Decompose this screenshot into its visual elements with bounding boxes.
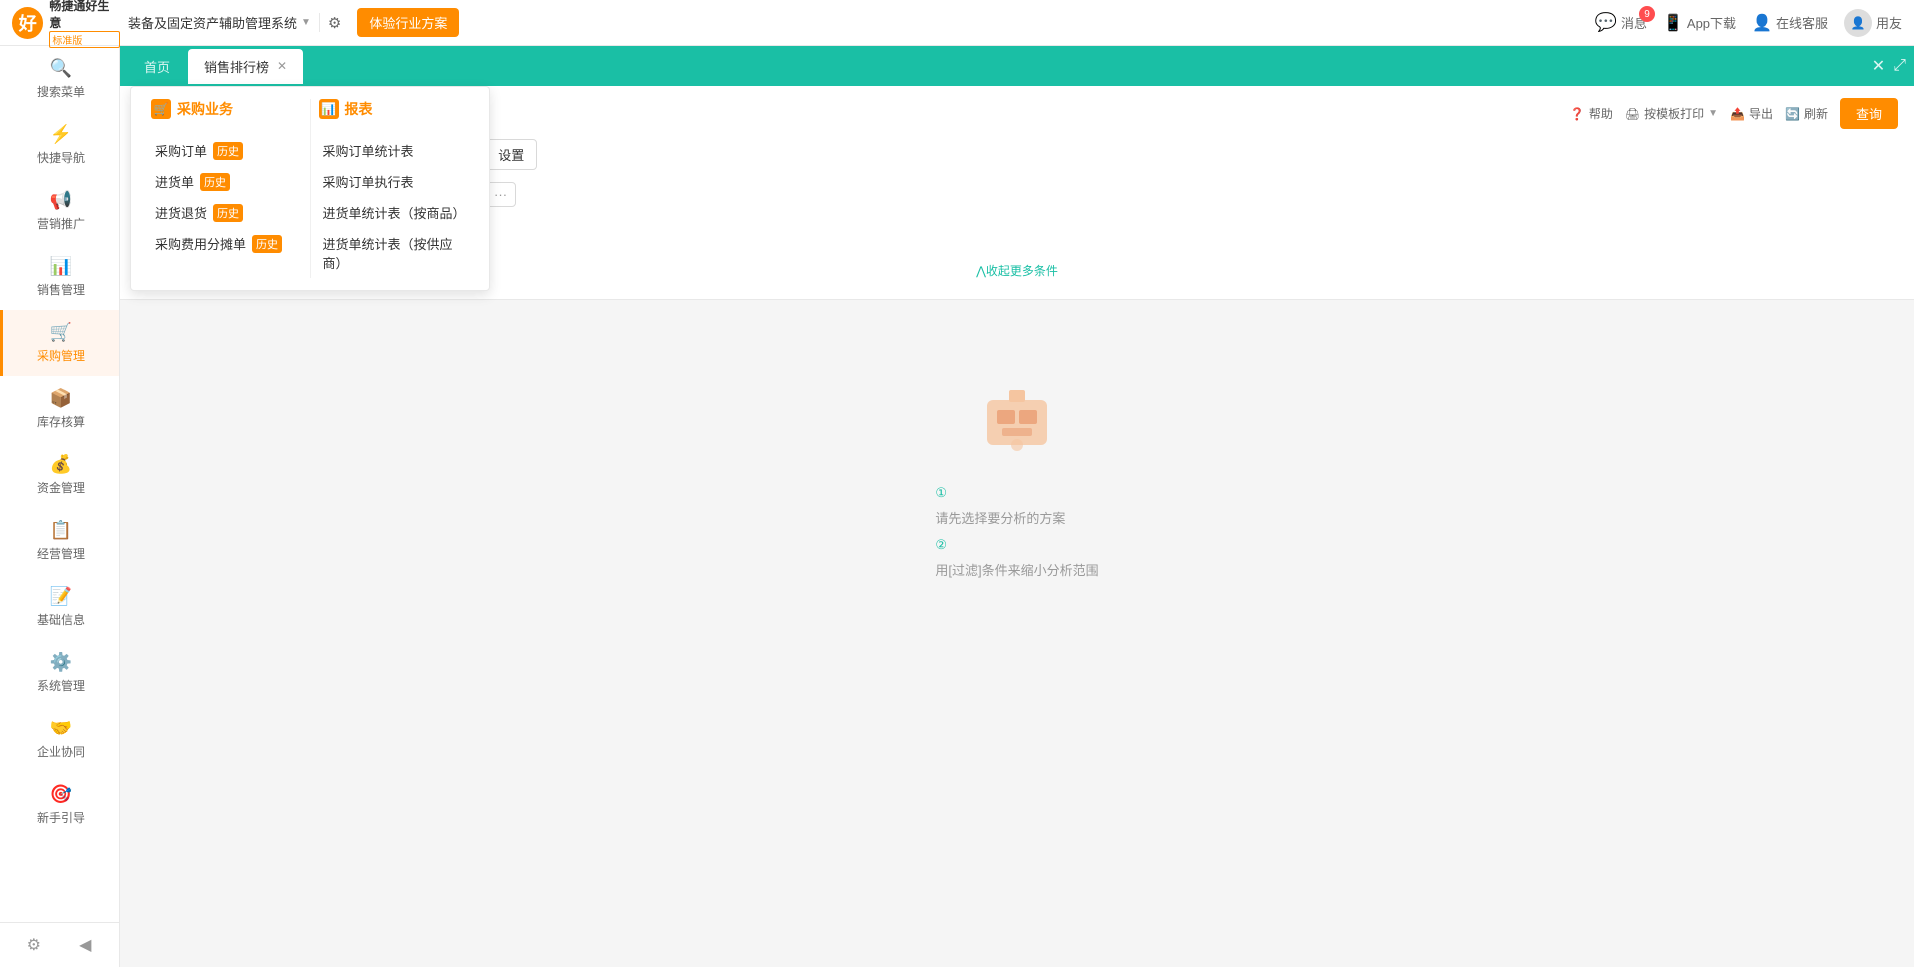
refresh-icon: 🔄	[1785, 107, 1800, 121]
tab-bar-actions: ✕ ⤢	[1872, 56, 1906, 76]
sales-icon: 📊	[50, 256, 72, 277]
purchase-icon: 🛒	[50, 322, 72, 343]
sidebar-collapse-btn[interactable]: ◀	[64, 935, 108, 955]
dropdown-purchase-order-stats[interactable]: 采购订单统计表	[319, 135, 470, 166]
dropdown-stock-stats-supplier[interactable]: 进货单统计表（按供应商）	[319, 228, 470, 278]
print-icon: 🖨	[1625, 107, 1640, 121]
marketing-icon: 📢	[50, 190, 72, 211]
topbar-right: 💬 9 消息 📱 App下载 👤 在线客服 👤 用友	[1595, 9, 1902, 37]
salesperson-dots: ···	[494, 187, 507, 202]
logo-text: 畅捷通好生意 标准版	[49, 0, 120, 48]
avatar-img: 👤	[1844, 9, 1872, 37]
sidebar-item-system[interactable]: ⚙️ 系统管理	[0, 640, 119, 706]
solution-button[interactable]: 体验行业方案	[357, 8, 459, 37]
export-btn[interactable]: 📤 导出	[1730, 105, 1773, 122]
dropdown-cols: 🛒 采购业务 采购订单 历史 进货单 历史 进货退货 历史 采购费用分摊单 历史	[143, 99, 477, 278]
report-col-title: 📊 报表	[319, 99, 470, 125]
sidebar-item-search[interactable]: 🔍 搜索菜单	[0, 46, 119, 112]
tab-maximize-btn[interactable]: ⤢	[1893, 57, 1906, 75]
sidebar-item-newbie[interactable]: 🎯 新手引导	[0, 772, 119, 838]
basic-info-icon: 📝	[50, 586, 72, 607]
purchase-col-icon: 🛒	[151, 99, 171, 119]
purchase-col-title: 🛒 采购业务	[151, 99, 302, 125]
help-btn[interactable]: ❓ 帮助	[1570, 105, 1613, 122]
query-btn[interactable]: 查询	[1840, 98, 1898, 129]
tab-home[interactable]: 首页	[128, 49, 186, 84]
online-service-btn[interactable]: 👤 在线客服	[1752, 13, 1828, 33]
sidebar: 🔍 搜索菜单 ⚡ 快捷导航 📢 营销推广 📊 销售管理 🛒 采购管理 📦 库存核…	[0, 46, 120, 967]
topbar: 好 畅捷通好生意 标准版 装备及固定资产辅助管理系统 ▼ ⚙ 体验行业方案 💬 …	[0, 0, 1914, 46]
dropdown-stock-return[interactable]: 进货退货 历史	[151, 197, 302, 228]
sidebar-settings-btn[interactable]: ⚙	[12, 935, 56, 955]
finance-icon: 💰	[50, 454, 72, 475]
user-avatar[interactable]: 👤 用友	[1844, 9, 1902, 37]
toolbar-right: ❓ 帮助 🖨 按模板打印 ▼ 📤 导出 🔄	[1570, 98, 1898, 129]
logo: 好 畅捷通好生意 标准版	[12, 0, 120, 48]
search-icon: 🔍	[50, 58, 72, 79]
tab-sales-rank[interactable]: 销售排行榜 ✕	[188, 49, 303, 84]
dropdown-stock-in[interactable]: 进货单 历史	[151, 166, 302, 197]
print-btn[interactable]: 🖨 按模板打印 ▼	[1625, 105, 1718, 122]
sidebar-item-operations[interactable]: 📋 经营管理	[0, 508, 119, 574]
print-dropdown-arrow: ▼	[1708, 108, 1718, 119]
system-dropdown-arrow: ▼	[301, 17, 311, 28]
purchase-dropdown-menu: 🛒 采购业务 采购订单 历史 进货单 历史 进货退货 历史 采购费用分摊单 历史	[130, 86, 490, 291]
operations-icon: 📋	[50, 520, 72, 541]
settings-btn[interactable]: 设置	[485, 139, 537, 170]
empty-illustration	[967, 380, 1067, 460]
sidebar-item-enterprise[interactable]: 🤝 企业协同	[0, 706, 119, 772]
report-col-icon: 📊	[319, 99, 339, 119]
dropdown-purchase-order[interactable]: 采购订单 历史	[151, 135, 302, 166]
tab-bar: 首页 销售排行榜 ✕ ✕ ⤢	[120, 46, 1914, 86]
history-badge-1: 历史	[200, 173, 230, 191]
sidebar-item-basic[interactable]: 📝 基础信息	[0, 574, 119, 640]
sidebar-bottom: ⚙ ◀	[0, 922, 119, 967]
sidebar-item-purchase[interactable]: 🛒 采购管理	[0, 310, 119, 376]
empty-hint-2: ② 用[过滤]条件来缩小分析范围	[935, 532, 1098, 584]
export-icon: 📤	[1730, 107, 1745, 121]
settings-gear[interactable]: ⚙	[320, 14, 349, 32]
help-icon: ❓	[1570, 107, 1585, 121]
tab-close-btn[interactable]: ✕	[277, 59, 287, 73]
system-selector[interactable]: 装备及固定资产辅助管理系统 ▼	[120, 13, 320, 32]
enterprise-icon: 🤝	[50, 718, 72, 739]
quick-nav-icon: ⚡	[50, 124, 72, 145]
dropdown-stock-stats-goods[interactable]: 进货单统计表（按商品）	[319, 197, 470, 228]
sidebar-item-finance[interactable]: 💰 资金管理	[0, 442, 119, 508]
empty-state: ① 请先选择要分析的方案 ② 用[过滤]条件来缩小分析范围	[120, 300, 1914, 664]
collapse-icon: ⋀	[976, 264, 986, 278]
history-badge-2: 历史	[213, 204, 243, 222]
message-icon-btn[interactable]: 💬 9 消息	[1595, 12, 1647, 33]
dropdown-purchase-expense[interactable]: 采购费用分摊单 历史	[151, 228, 302, 259]
history-badge-0: 历史	[213, 142, 243, 160]
history-badge-3: 历史	[252, 235, 282, 253]
logo-icon: 好	[12, 7, 43, 39]
refresh-btn[interactable]: 🔄 刷新	[1785, 105, 1828, 122]
sidebar-item-marketing[interactable]: 📢 营销推广	[0, 178, 119, 244]
empty-hint: ① 请先选择要分析的方案 ② 用[过滤]条件来缩小分析范围	[935, 480, 1098, 584]
system-icon: ⚙️	[50, 652, 72, 673]
app-download-btn[interactable]: 📱 App下载	[1663, 13, 1736, 33]
inventory-icon: 📦	[50, 388, 72, 409]
purchase-col: 🛒 采购业务 采购订单 历史 进货单 历史 进货退货 历史 采购费用分摊单 历史	[143, 99, 311, 278]
empty-hint-1: ① 请先选择要分析的方案	[935, 480, 1098, 532]
report-col: 📊 报表 采购订单统计表 采购订单执行表 进货单统计表（按商品） 进货单统计表（…	[311, 99, 478, 278]
tab-close-page-btn[interactable]: ✕	[1872, 56, 1885, 76]
sidebar-item-quick[interactable]: ⚡ 快捷导航	[0, 112, 119, 178]
sidebar-item-sales[interactable]: 📊 销售管理	[0, 244, 119, 310]
dropdown-purchase-order-exec[interactable]: 采购订单执行表	[319, 166, 470, 197]
sidebar-item-inventory[interactable]: 📦 库存核算	[0, 376, 119, 442]
newbie-icon: 🎯	[50, 784, 72, 805]
